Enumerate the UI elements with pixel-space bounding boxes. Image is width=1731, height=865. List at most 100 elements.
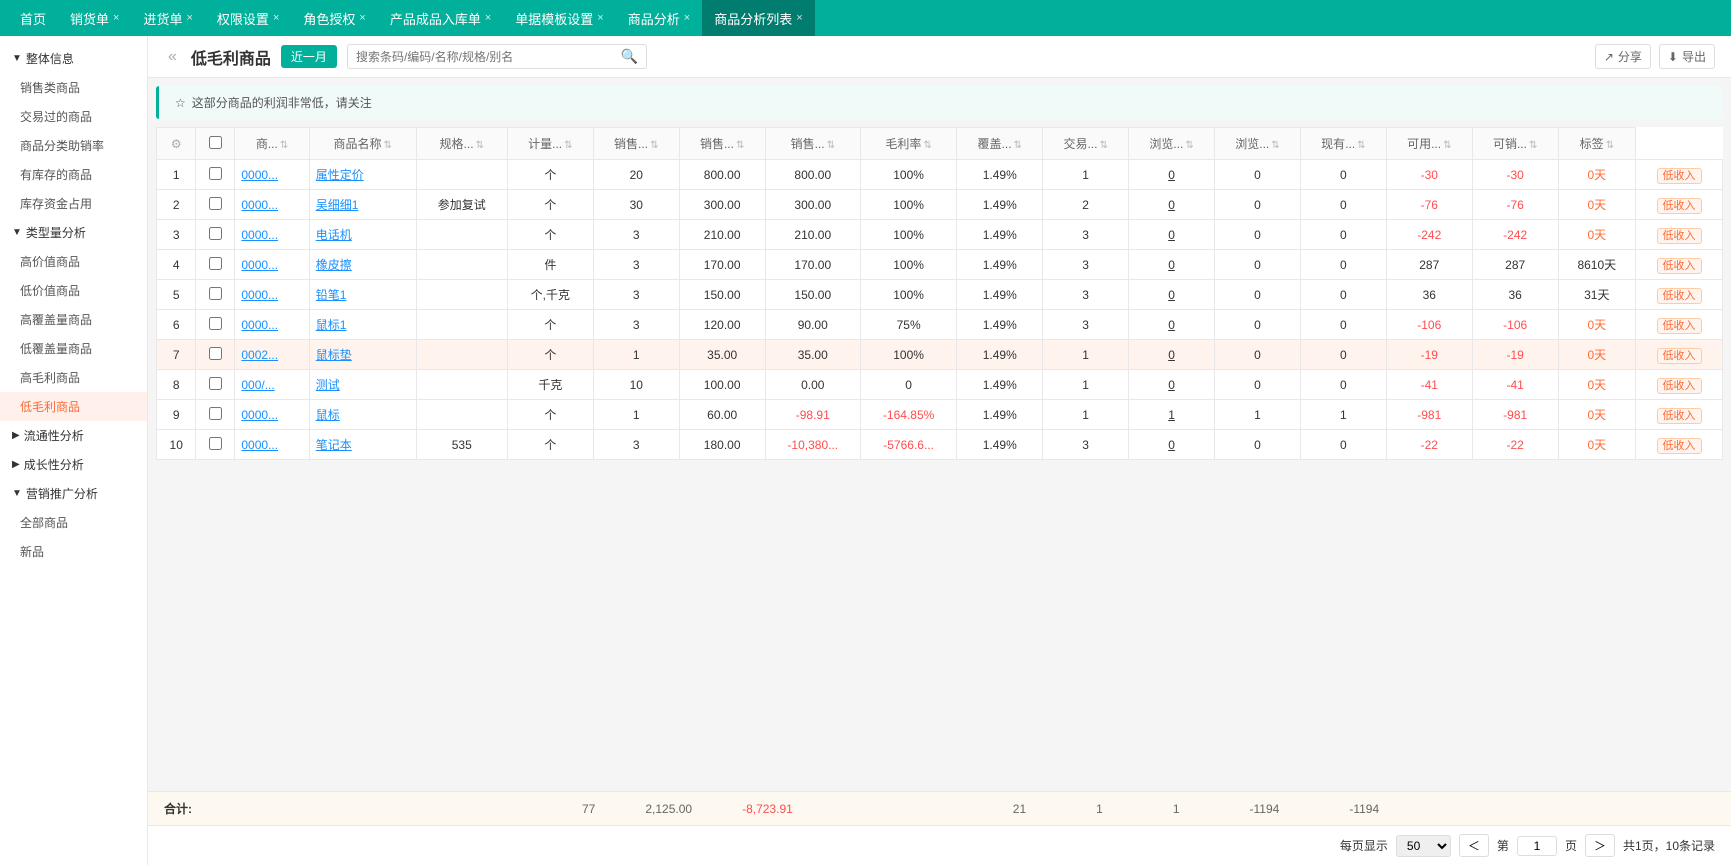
trade-link[interactable]: 0 bbox=[1168, 288, 1175, 302]
close-icon[interactable]: × bbox=[186, 12, 192, 24]
row-code[interactable]: 0000... bbox=[235, 310, 309, 340]
next-page-btn[interactable]: ＞ bbox=[1585, 834, 1615, 857]
search-input[interactable] bbox=[356, 50, 621, 64]
row-code[interactable]: 0000... bbox=[235, 160, 309, 190]
share-button[interactable]: ↗ 分享 bbox=[1595, 44, 1651, 69]
sidebar-group-growth[interactable]: ▶ 成长性分析 bbox=[0, 450, 147, 479]
col-stock[interactable]: 现有...⇅ bbox=[1300, 128, 1386, 160]
row-checkbox[interactable] bbox=[209, 317, 222, 330]
row-trade[interactable]: 0 bbox=[1129, 160, 1215, 190]
trade-link[interactable]: 0 bbox=[1168, 258, 1175, 272]
trade-link[interactable]: 0 bbox=[1168, 198, 1175, 212]
nav-product-in[interactable]: 产品成品入库单 × bbox=[378, 0, 503, 36]
sort-icon[interactable]: ⇅ bbox=[1443, 140, 1451, 151]
nav-product-analysis[interactable]: 商品分析 × bbox=[616, 0, 702, 36]
select-all-checkbox[interactable] bbox=[209, 136, 222, 149]
close-icon[interactable]: × bbox=[113, 12, 119, 24]
row-code[interactable]: 0002... bbox=[235, 340, 309, 370]
sort-icon[interactable]: ⇅ bbox=[280, 140, 288, 151]
nav-analysis-list[interactable]: 商品分析列表 × bbox=[702, 0, 814, 36]
row-trade[interactable]: 0 bbox=[1129, 310, 1215, 340]
sort-icon[interactable]: ⇅ bbox=[1271, 140, 1279, 151]
sidebar-item-new-goods[interactable]: 新品 bbox=[0, 537, 147, 566]
row-checkbox[interactable] bbox=[209, 347, 222, 360]
row-trade[interactable]: 0 bbox=[1129, 340, 1215, 370]
row-name[interactable]: 电话机 bbox=[309, 220, 416, 250]
row-checkbox-cell[interactable] bbox=[196, 190, 235, 220]
row-checkbox[interactable] bbox=[209, 377, 222, 390]
sort-icon[interactable]: ⇅ bbox=[1099, 140, 1107, 151]
trade-link[interactable]: 0 bbox=[1168, 438, 1175, 452]
nav-permissions[interactable]: 权限设置 × bbox=[205, 0, 291, 36]
row-checkbox-cell[interactable] bbox=[196, 340, 235, 370]
page-number-input[interactable] bbox=[1517, 836, 1557, 856]
filter-recent-month[interactable]: 近一月 bbox=[281, 45, 337, 68]
row-trade[interactable]: 0 bbox=[1129, 220, 1215, 250]
row-name[interactable]: 鼠标垫 bbox=[309, 340, 416, 370]
search-icon[interactable]: 🔍 bbox=[621, 48, 638, 65]
trade-link[interactable]: 0 bbox=[1168, 228, 1175, 242]
row-name[interactable]: 铅笔1 bbox=[309, 280, 416, 310]
sidebar-item-high-profit[interactable]: 高毛利商品 bbox=[0, 363, 147, 392]
close-icon[interactable]: × bbox=[597, 12, 603, 24]
row-code[interactable]: 000/... bbox=[235, 370, 309, 400]
row-trade[interactable]: 0 bbox=[1129, 250, 1215, 280]
nav-sales[interactable]: 销货单 × bbox=[58, 0, 131, 36]
sort-icon[interactable]: ⇅ bbox=[736, 140, 744, 151]
row-checkbox-cell[interactable] bbox=[196, 430, 235, 460]
row-checkbox-cell[interactable] bbox=[196, 310, 235, 340]
col-tag[interactable]: 标签⇅ bbox=[1558, 128, 1635, 160]
sort-icon[interactable]: ⇅ bbox=[383, 140, 391, 151]
sidebar-item-sales-goods[interactable]: 销售类商品 bbox=[0, 73, 147, 102]
gear-icon[interactable]: ⚙ bbox=[171, 137, 182, 151]
col-sales-price[interactable]: 销售...⇅ bbox=[679, 128, 765, 160]
sort-icon[interactable]: ⇅ bbox=[564, 140, 572, 151]
row-checkbox[interactable] bbox=[209, 287, 222, 300]
col-settings[interactable]: ⚙ bbox=[157, 128, 196, 160]
trade-link[interactable]: 0 bbox=[1168, 378, 1175, 392]
sort-icon[interactable]: ⇅ bbox=[476, 140, 484, 151]
sidebar-item-low-value[interactable]: 低价值商品 bbox=[0, 276, 147, 305]
close-icon[interactable]: × bbox=[485, 12, 491, 24]
trade-link[interactable]: 0 bbox=[1168, 318, 1175, 332]
sidebar-item-in-stock[interactable]: 有库存的商品 bbox=[0, 160, 147, 189]
close-icon[interactable]: × bbox=[684, 12, 690, 24]
col-name[interactable]: 商品名称⇅ bbox=[309, 128, 416, 160]
sort-icon[interactable]: ⇅ bbox=[827, 140, 835, 151]
close-icon[interactable]: × bbox=[359, 12, 365, 24]
sort-icon[interactable]: ⇅ bbox=[1357, 140, 1365, 151]
sort-icon[interactable]: ⇅ bbox=[1014, 140, 1022, 151]
sidebar-item-traded-goods[interactable]: 交易过的商品 bbox=[0, 102, 147, 131]
sort-icon[interactable]: ⇅ bbox=[1185, 140, 1193, 151]
export-button[interactable]: ⬇ 导出 bbox=[1659, 44, 1715, 69]
row-code[interactable]: 0000... bbox=[235, 430, 309, 460]
row-checkbox[interactable] bbox=[209, 197, 222, 210]
sort-icon[interactable]: ⇅ bbox=[1529, 140, 1537, 151]
row-name[interactable]: 鼠标 bbox=[309, 400, 416, 430]
row-checkbox-cell[interactable] bbox=[196, 280, 235, 310]
col-trade[interactable]: 交易...⇅ bbox=[1043, 128, 1129, 160]
row-checkbox[interactable] bbox=[209, 257, 222, 270]
col-days[interactable]: 可销...⇅ bbox=[1472, 128, 1558, 160]
row-trade[interactable]: 1 bbox=[1129, 400, 1215, 430]
row-trade[interactable]: 0 bbox=[1129, 430, 1215, 460]
per-page-select[interactable]: 50 20 100 bbox=[1396, 835, 1451, 857]
prev-page-btn[interactable]: ＜ bbox=[1459, 834, 1489, 857]
trade-link[interactable]: 0 bbox=[1168, 348, 1175, 362]
row-trade[interactable]: 0 bbox=[1129, 280, 1215, 310]
row-checkbox[interactable] bbox=[209, 407, 222, 420]
nav-home[interactable]: 首页 bbox=[8, 0, 58, 36]
nav-role[interactable]: 角色授权 × bbox=[291, 0, 377, 36]
row-checkbox[interactable] bbox=[209, 167, 222, 180]
row-name[interactable]: 笔记本 bbox=[309, 430, 416, 460]
sidebar-item-high-coverage[interactable]: 高覆盖量商品 bbox=[0, 305, 147, 334]
col-gross-rate[interactable]: 毛利率⇅ bbox=[860, 128, 956, 160]
sidebar-item-category-rate[interactable]: 商品分类助销率 bbox=[0, 131, 147, 160]
row-name[interactable]: 测试 bbox=[309, 370, 416, 400]
col-browse1[interactable]: 浏览...⇅ bbox=[1129, 128, 1215, 160]
sidebar-item-all-goods[interactable]: 全部商品 bbox=[0, 508, 147, 537]
close-icon[interactable]: × bbox=[273, 12, 279, 24]
row-code[interactable]: 0000... bbox=[235, 280, 309, 310]
row-trade[interactable]: 0 bbox=[1129, 370, 1215, 400]
col-coverage[interactable]: 覆盖...⇅ bbox=[957, 128, 1043, 160]
